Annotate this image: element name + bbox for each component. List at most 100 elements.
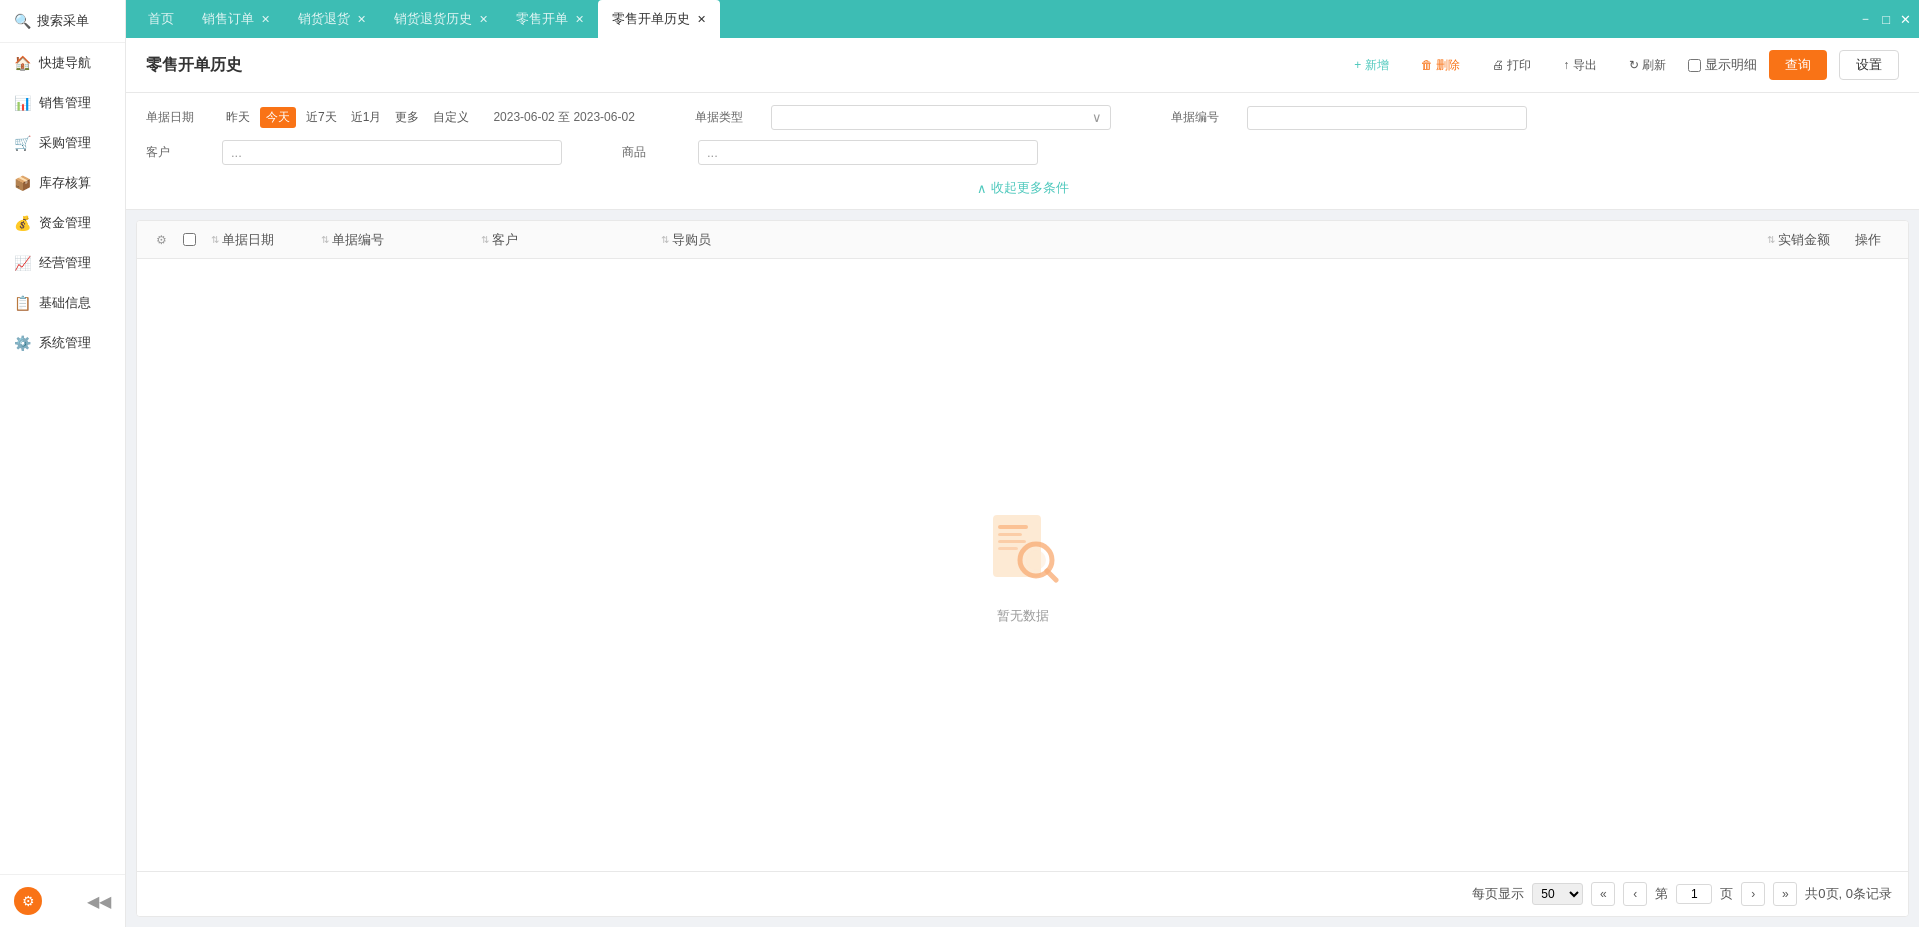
th-guide[interactable]: ⇅ 导购员	[653, 231, 773, 249]
empty-text: 暂无数据	[997, 607, 1049, 625]
tab-label-home: 首页	[148, 10, 174, 28]
nav-label-basic-info: 基础信息	[39, 294, 91, 312]
tabs-container: 首页销售订单✕销货退货✕销货退货历史✕零售开单✕零售开单历史✕	[134, 0, 720, 38]
nav-label-quick-nav: 快捷导航	[39, 54, 91, 72]
window-maximize-button[interactable]: □	[1882, 12, 1890, 27]
sidebar-collapse-button[interactable]: ◀◀	[87, 892, 111, 911]
tab-sales-return[interactable]: 销货退货✕	[284, 0, 380, 38]
tab-home[interactable]: 首页	[134, 0, 188, 38]
client-filter-input[interactable]: ...	[222, 140, 562, 165]
th-checkbox[interactable]	[175, 233, 203, 246]
svg-rect-3	[998, 540, 1026, 543]
delete-button[interactable]: 🗑 删除	[1411, 52, 1470, 79]
th-guide-sort-icon: ⇅	[661, 234, 669, 245]
pagination: 每页显示 50 10 20 100 « ‹ 第 页 › » 共0页, 0条记录	[137, 871, 1908, 916]
nav-icon-system: ⚙️	[14, 335, 31, 351]
query-button[interactable]: 查询	[1769, 50, 1827, 80]
nav-label-operations: 经营管理	[39, 254, 91, 272]
sidebar-search[interactable]: 🔍 搜索采单	[0, 0, 125, 43]
per-page-select[interactable]: 50 10 20 100	[1532, 883, 1583, 905]
tab-sales-return-history[interactable]: 销货退货历史✕	[380, 0, 502, 38]
empty-state: 暂无数据	[137, 259, 1908, 871]
refresh-button[interactable]: ↻ 刷新	[1619, 52, 1676, 79]
empty-icon	[978, 505, 1068, 595]
th-amount[interactable]: ⇅ 实销金额	[1738, 231, 1838, 249]
window-minimize-button[interactable]: －	[1859, 10, 1872, 28]
th-num-sort-icon: ⇅	[321, 234, 329, 245]
sidebar-item-operations[interactable]: 📈经营管理	[0, 243, 125, 283]
svg-rect-4	[998, 547, 1018, 550]
tab-close-sales-return[interactable]: ✕	[357, 13, 366, 26]
th-client[interactable]: ⇅ 客户	[473, 231, 653, 249]
goods-placeholder: ...	[707, 145, 718, 160]
sidebar-gear-button[interactable]: ⚙	[14, 887, 42, 915]
filter-row-2: 客户 ... 商品 ...	[146, 140, 1899, 165]
first-page-button[interactable]: «	[1591, 882, 1615, 906]
th-num[interactable]: ⇅ 单据编号	[313, 231, 473, 249]
collapse-icon: ∧	[977, 181, 987, 196]
date-filter-custom[interactable]: 自定义	[429, 107, 473, 128]
goods-filter-input[interactable]: ...	[698, 140, 1038, 165]
type-filter-select[interactable]: ∨	[771, 105, 1111, 130]
sidebar-item-system[interactable]: ⚙️系统管理	[0, 323, 125, 363]
tab-sales-order[interactable]: 销售订单 ✕	[188, 0, 284, 38]
filter-bar: 单据日期 昨天今天近7天近1月更多自定义 2023-06-02 至 2023-0…	[126, 93, 1919, 210]
setting-button[interactable]: 设置	[1839, 50, 1899, 80]
tab-retail-open-history[interactable]: 零售开单历史✕	[598, 0, 720, 38]
print-button[interactable]: 🖨 打印	[1482, 52, 1541, 79]
filter-collapse-row: ∧ 收起更多条件	[146, 175, 1899, 197]
next-page-button[interactable]: ›	[1741, 882, 1765, 906]
per-page-label: 每页显示	[1472, 885, 1524, 903]
svg-point-6	[1026, 550, 1046, 570]
tab-label-sales-order: 销售订单	[202, 10, 254, 28]
table-area: ⚙ ⇅ 单据日期 ⇅ 单据编号 ⇅ 客户 ⇅ 导购员	[136, 220, 1909, 917]
tab-close-sales-return-history[interactable]: ✕	[479, 13, 488, 26]
add-button[interactable]: + 新增	[1344, 52, 1398, 79]
th-settings[interactable]: ⚙	[147, 233, 175, 247]
export-button[interactable]: ↑ 导出	[1553, 52, 1606, 79]
page-input[interactable]	[1676, 884, 1712, 904]
num-filter-input[interactable]	[1247, 106, 1527, 130]
th-client-sort-icon: ⇅	[481, 234, 489, 245]
sidebar-item-basic-info[interactable]: 📋基础信息	[0, 283, 125, 323]
sidebar-item-sales-mgmt[interactable]: 📊销售管理	[0, 83, 125, 123]
sidebar-item-quick-nav[interactable]: 🏠快捷导航	[0, 43, 125, 83]
date-filter-last7[interactable]: 近7天	[302, 107, 341, 128]
page-label: 第	[1655, 885, 1668, 903]
sidebar-item-purchase-mgmt[interactable]: 🛒采购管理	[0, 123, 125, 163]
th-guide-label: 导购员	[672, 231, 711, 249]
sidebar-item-inventory[interactable]: 📦 库存核算	[0, 163, 125, 203]
sidebar-nav: 🏠快捷导航📊销售管理🛒采购管理 📦 库存核算 💰资金管理📈经营管理📋基础信息⚙️系统管…	[0, 43, 125, 363]
date-filter-last1month[interactable]: 近1月	[347, 107, 386, 128]
select-all-checkbox[interactable]	[183, 233, 196, 246]
th-date[interactable]: ⇅ 单据日期	[203, 231, 313, 249]
display-detail-checkbox-wrap: 显示明细	[1688, 56, 1757, 74]
svg-rect-2	[998, 533, 1022, 536]
display-detail-checkbox[interactable]	[1688, 59, 1701, 72]
date-filter-more[interactable]: 更多	[391, 107, 423, 128]
display-detail-label: 显示明细	[1705, 56, 1757, 74]
nav-icon-purchase-mgmt: 🛒	[14, 135, 31, 151]
th-amount-sort-icon: ⇅	[1767, 234, 1775, 245]
nav-icon-inventory: 📦	[14, 175, 31, 191]
page-header: 零售开单历史 + 新增 🗑 删除 🖨 打印 ↑ 导出 ↻ 刷新 显示明细 查询 …	[126, 38, 1919, 93]
sidebar-item-finance[interactable]: 💰资金管理	[0, 203, 125, 243]
th-op: 操作	[1838, 231, 1898, 249]
collapse-button[interactable]: ∧ 收起更多条件	[977, 175, 1069, 197]
tab-close-retail-open[interactable]: ✕	[575, 13, 584, 26]
svg-line-7	[1047, 571, 1056, 580]
window-close-button[interactable]: ✕	[1900, 12, 1911, 27]
last-page-button[interactable]: »	[1773, 882, 1797, 906]
prev-page-button[interactable]: ‹	[1623, 882, 1647, 906]
tab-close-retail-open-history[interactable]: ✕	[697, 13, 706, 26]
empty-illustration	[978, 505, 1068, 595]
tab-retail-open[interactable]: 零售开单✕	[502, 0, 598, 38]
type-dropdown-icon: ∨	[1092, 110, 1102, 125]
th-num-label: 单据编号	[332, 231, 384, 249]
date-filter-yesterday[interactable]: 昨天	[222, 107, 254, 128]
date-filter-today[interactable]: 今天	[260, 107, 296, 128]
svg-rect-1	[998, 525, 1028, 529]
tab-close-sales-order[interactable]: ✕	[261, 13, 270, 26]
sidebar-search-label: 搜索采单	[37, 12, 89, 30]
nav-label-inventory: 库存核算	[39, 174, 91, 192]
